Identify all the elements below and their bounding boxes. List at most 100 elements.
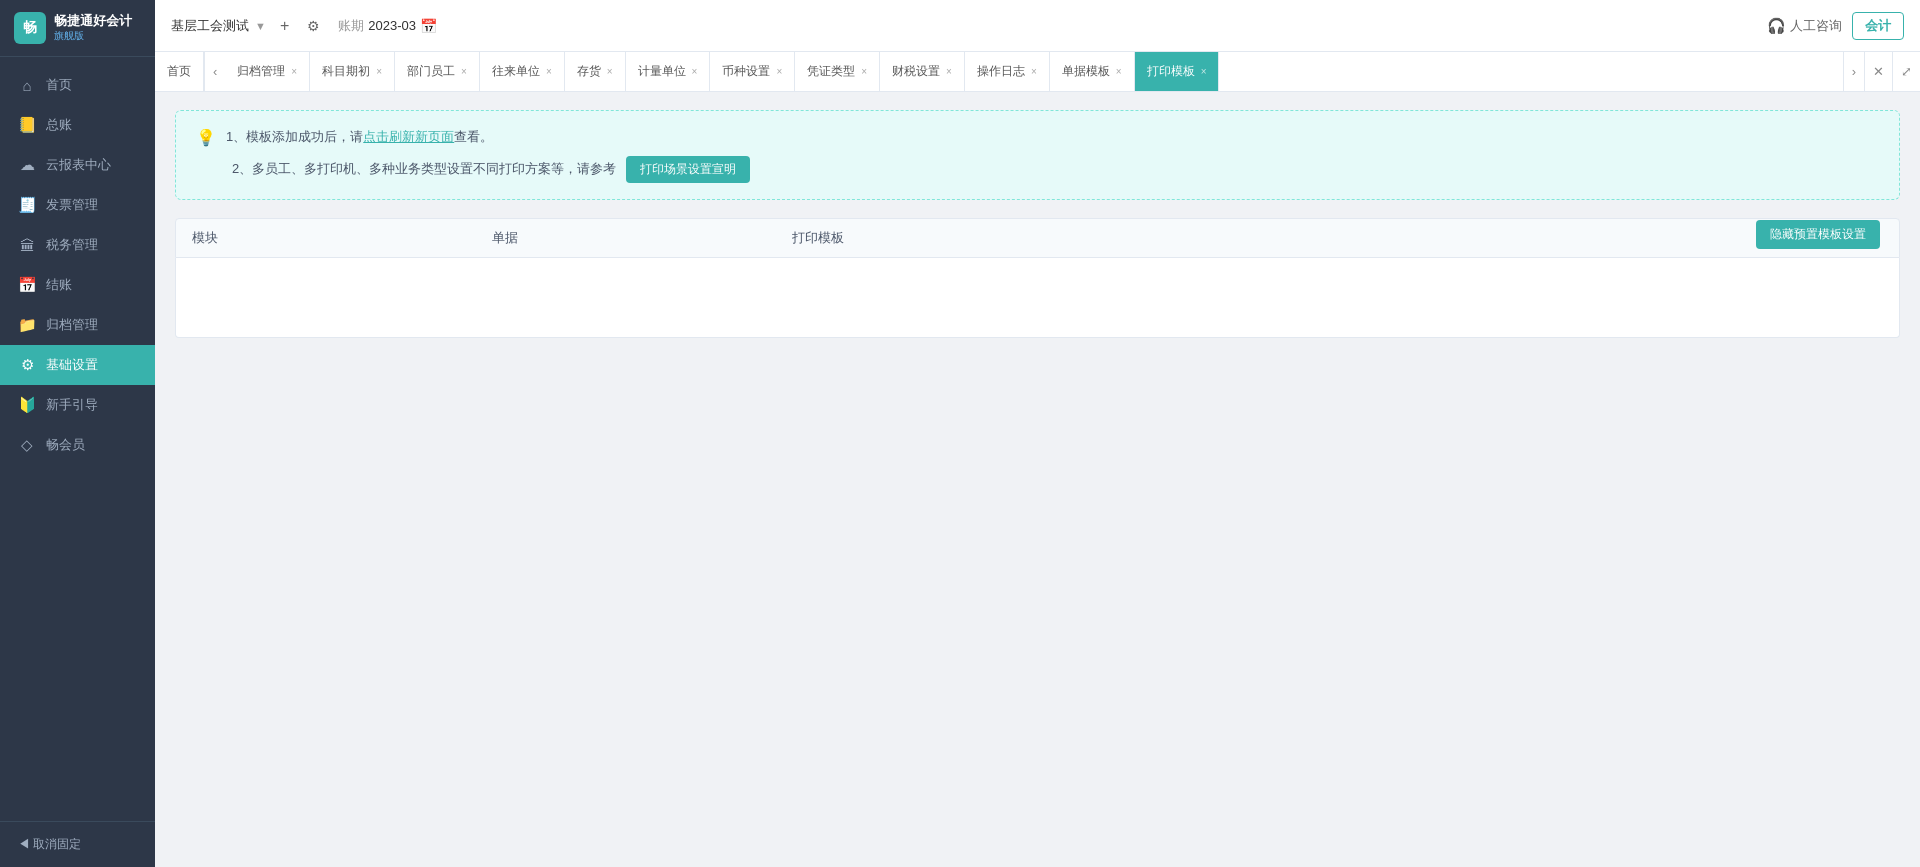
period-label: 账期 <box>338 17 364 35</box>
tab-archive[interactable]: 归档管理× <box>225 52 310 91</box>
notice-text-2: 2、多员工、多打印机、多种业务类型设置不同打印方案等，请参考 打印场景设置宣明 <box>232 156 750 183</box>
scene-setting-button[interactable]: 打印场景设置宣明 <box>626 156 750 183</box>
tab-label-unit: 计量单位 <box>638 63 686 80</box>
tab-close-subject[interactable]: × <box>376 66 382 77</box>
tab-scroll-left[interactable]: ‹ <box>204 52 225 91</box>
tab-oplog[interactable]: 操作日志× <box>965 52 1050 91</box>
nav-icon-home: ⌂ <box>18 77 36 94</box>
tab-label-dept: 部门员工 <box>407 63 455 80</box>
sidebar-item-settings[interactable]: ⚙基础设置 <box>0 345 155 385</box>
sidebar-item-archive[interactable]: 📁 归档管理 <box>0 305 155 345</box>
tab-label-print_template: 打印模板 <box>1147 63 1195 80</box>
logo-title: 畅捷通好会计 <box>54 13 132 30</box>
tab-expand[interactable]: ⤢ <box>1892 52 1920 91</box>
tab-print_template[interactable]: 打印模板 × <box>1135 52 1220 91</box>
nav-icon-ledger: 📒 <box>18 116 36 134</box>
tab-close-tax_settings[interactable]: × <box>946 66 952 77</box>
tab-dept[interactable]: 部门员工 × <box>395 52 480 91</box>
tab-supplier[interactable]: 往来单位 × <box>480 52 565 91</box>
period-display: 账期 2023-03 📅 <box>338 17 437 35</box>
kuaiji-button[interactable]: 会计 <box>1852 12 1904 40</box>
notice-row-1: 💡 1、模板添加成功后，请点击刷新新页面查看。 <box>196 127 1879 148</box>
sidebar-footer[interactable]: ◀ 取消固定 <box>0 821 155 867</box>
sidebar-item-guide[interactable]: 🔰新手引导 <box>0 385 155 425</box>
nav-icon-member: ◇ <box>18 436 36 454</box>
nav-label-home: 首页 <box>46 76 72 94</box>
tab-close-dept[interactable]: × <box>461 66 467 77</box>
tab-home[interactable]: 首页 <box>155 52 204 91</box>
tab-currency[interactable]: 币种设置 × <box>710 52 795 91</box>
nav-label-reports: 云报表中心 <box>46 156 111 174</box>
tab-scroll-right[interactable]: › <box>1843 52 1864 91</box>
sidebar-item-closing[interactable]: 📅结账 <box>0 265 155 305</box>
headset-icon: 🎧 <box>1767 17 1786 35</box>
tab-inventory[interactable]: 存货× <box>565 52 626 91</box>
sidebar-item-home[interactable]: ⌂ 首页 <box>0 65 155 105</box>
tab-home-label: 首页 <box>167 63 191 80</box>
sidebar-item-reports[interactable]: ☁ 云报表中心 <box>0 145 155 185</box>
unpin-label: ◀ 取消固定 <box>18 836 81 853</box>
nav-icon-closing: 📅 <box>18 276 36 294</box>
nav-label-archive: 归档管理 <box>46 316 98 334</box>
calendar-icon[interactable]: 📅 <box>420 18 437 34</box>
sidebar: 畅 畅捷通好会计 旗舰版 ⌂ 首页 📒总账 ☁ 云报表中心 🧾 发票管理 🏛 税务管理 📅结账 📁 归… <box>0 0 155 867</box>
nav-label-guide: 新手引导 <box>46 396 98 414</box>
tab-close-all[interactable]: ✕ <box>1864 52 1892 91</box>
sidebar-item-tax[interactable]: 🏛 税务管理 <box>0 225 155 265</box>
tab-tax_settings[interactable]: 财税设置× <box>880 52 965 91</box>
tab-unit[interactable]: 计量单位 × <box>626 52 711 91</box>
main-area: 基层工会测试 ▼ + ⚙ 账期 2023-03 📅 🎧 人工咨询 会计 首页 ‹ 归… <box>155 0 1920 867</box>
gear-icon[interactable]: ⚙ <box>303 18 324 34</box>
print-template-table: 模块 单据 打印模板 <box>175 218 1900 338</box>
notice-line1-prefix: 1、模板添加成功后，请 <box>226 129 363 144</box>
logo-icon: 畅 <box>14 12 46 44</box>
sidebar-logo-text: 畅捷通好会计 旗舰版 <box>54 13 132 44</box>
tab-close-archive[interactable]: × <box>291 66 297 77</box>
tab-nav-right-group: › ✕ ⤢ <box>1843 52 1920 91</box>
chevron-left-icon: ‹ <box>213 64 217 79</box>
notice-line2-prefix: 2、多员工、多打印机、多种业务类型设置不同打印方案等，请参考 <box>232 161 616 176</box>
tab-close-single_template[interactable]: × <box>1116 66 1122 77</box>
tab-label-voucher_type: 凭证类型 <box>807 63 855 80</box>
tab-close-supplier[interactable]: × <box>546 66 552 77</box>
sidebar-item-invoice[interactable]: 🧾 发票管理 <box>0 185 155 225</box>
nav-label-invoice: 发票管理 <box>46 196 98 214</box>
add-tab-button[interactable]: + <box>276 17 293 35</box>
tab-voucher_type[interactable]: 凭证类型 × <box>795 52 880 91</box>
sidebar-item-ledger[interactable]: 📒总账 <box>0 105 155 145</box>
tab-close-voucher_type[interactable]: × <box>861 66 867 77</box>
tab-close-currency[interactable]: × <box>776 66 782 77</box>
refresh-link[interactable]: 点击刷新新页面 <box>363 129 454 144</box>
nav-icon-archive: 📁 <box>18 316 36 334</box>
tab-close-print_template[interactable]: × <box>1201 66 1207 77</box>
company-selector[interactable]: 基层工会测试 ▼ <box>171 17 266 35</box>
nav-icon-invoice: 🧾 <box>18 196 36 214</box>
col-module-header: 模块 <box>192 229 492 247</box>
notice-line1-suffix: 查看。 <box>454 129 493 144</box>
chevron-down-icon: ▼ <box>255 20 266 32</box>
nav-icon-reports: ☁ <box>18 156 36 174</box>
close-icon: ✕ <box>1873 64 1884 79</box>
expand-icon: ⤢ <box>1901 64 1912 79</box>
tabbar: 首页‹归档管理×科目期初×部门员工×往来单位×存货×计量单位×币种设置×凭证类型… <box>155 52 1920 92</box>
hide-preview-button[interactable]: 隐藏预置模板设置 <box>1756 220 1880 249</box>
tab-close-oplog[interactable]: × <box>1031 66 1037 77</box>
sidebar-item-member[interactable]: ◇畅会员 <box>0 425 155 465</box>
sidebar-nav: ⌂ 首页 📒总账 ☁ 云报表中心 🧾 发票管理 🏛 税务管理 📅结账 📁 归档管理 ⚙基础设置🔰新手引导… <box>0 57 155 821</box>
tab-close-unit[interactable]: × <box>692 66 698 77</box>
chevron-right-icon: › <box>1852 64 1856 79</box>
tab-single_template[interactable]: 单据模板× <box>1050 52 1135 91</box>
topbar: 基层工会测试 ▼ + ⚙ 账期 2023-03 📅 🎧 人工咨询 会计 <box>155 0 1920 52</box>
nav-label-tax: 税务管理 <box>46 236 98 254</box>
nav-icon-tax: 🏛 <box>18 237 36 254</box>
service-button[interactable]: 🎧 人工咨询 <box>1767 17 1842 35</box>
sidebar-logo: 畅 畅捷通好会计 旗舰版 <box>0 0 155 57</box>
tab-label-supplier: 往来单位 <box>492 63 540 80</box>
period-value: 2023-03 <box>368 18 416 33</box>
tab-close-inventory[interactable]: × <box>607 66 613 77</box>
table-body <box>175 258 1900 338</box>
notice-box: 💡 1、模板添加成功后，请点击刷新新页面查看。 2、多员工、多打印机、多种业务类… <box>175 110 1900 200</box>
tab-label-currency: 币种设置 <box>722 63 770 80</box>
notice-text-1: 1、模板添加成功后，请点击刷新新页面查看。 <box>226 127 493 148</box>
tab-subject[interactable]: 科目期初× <box>310 52 395 91</box>
